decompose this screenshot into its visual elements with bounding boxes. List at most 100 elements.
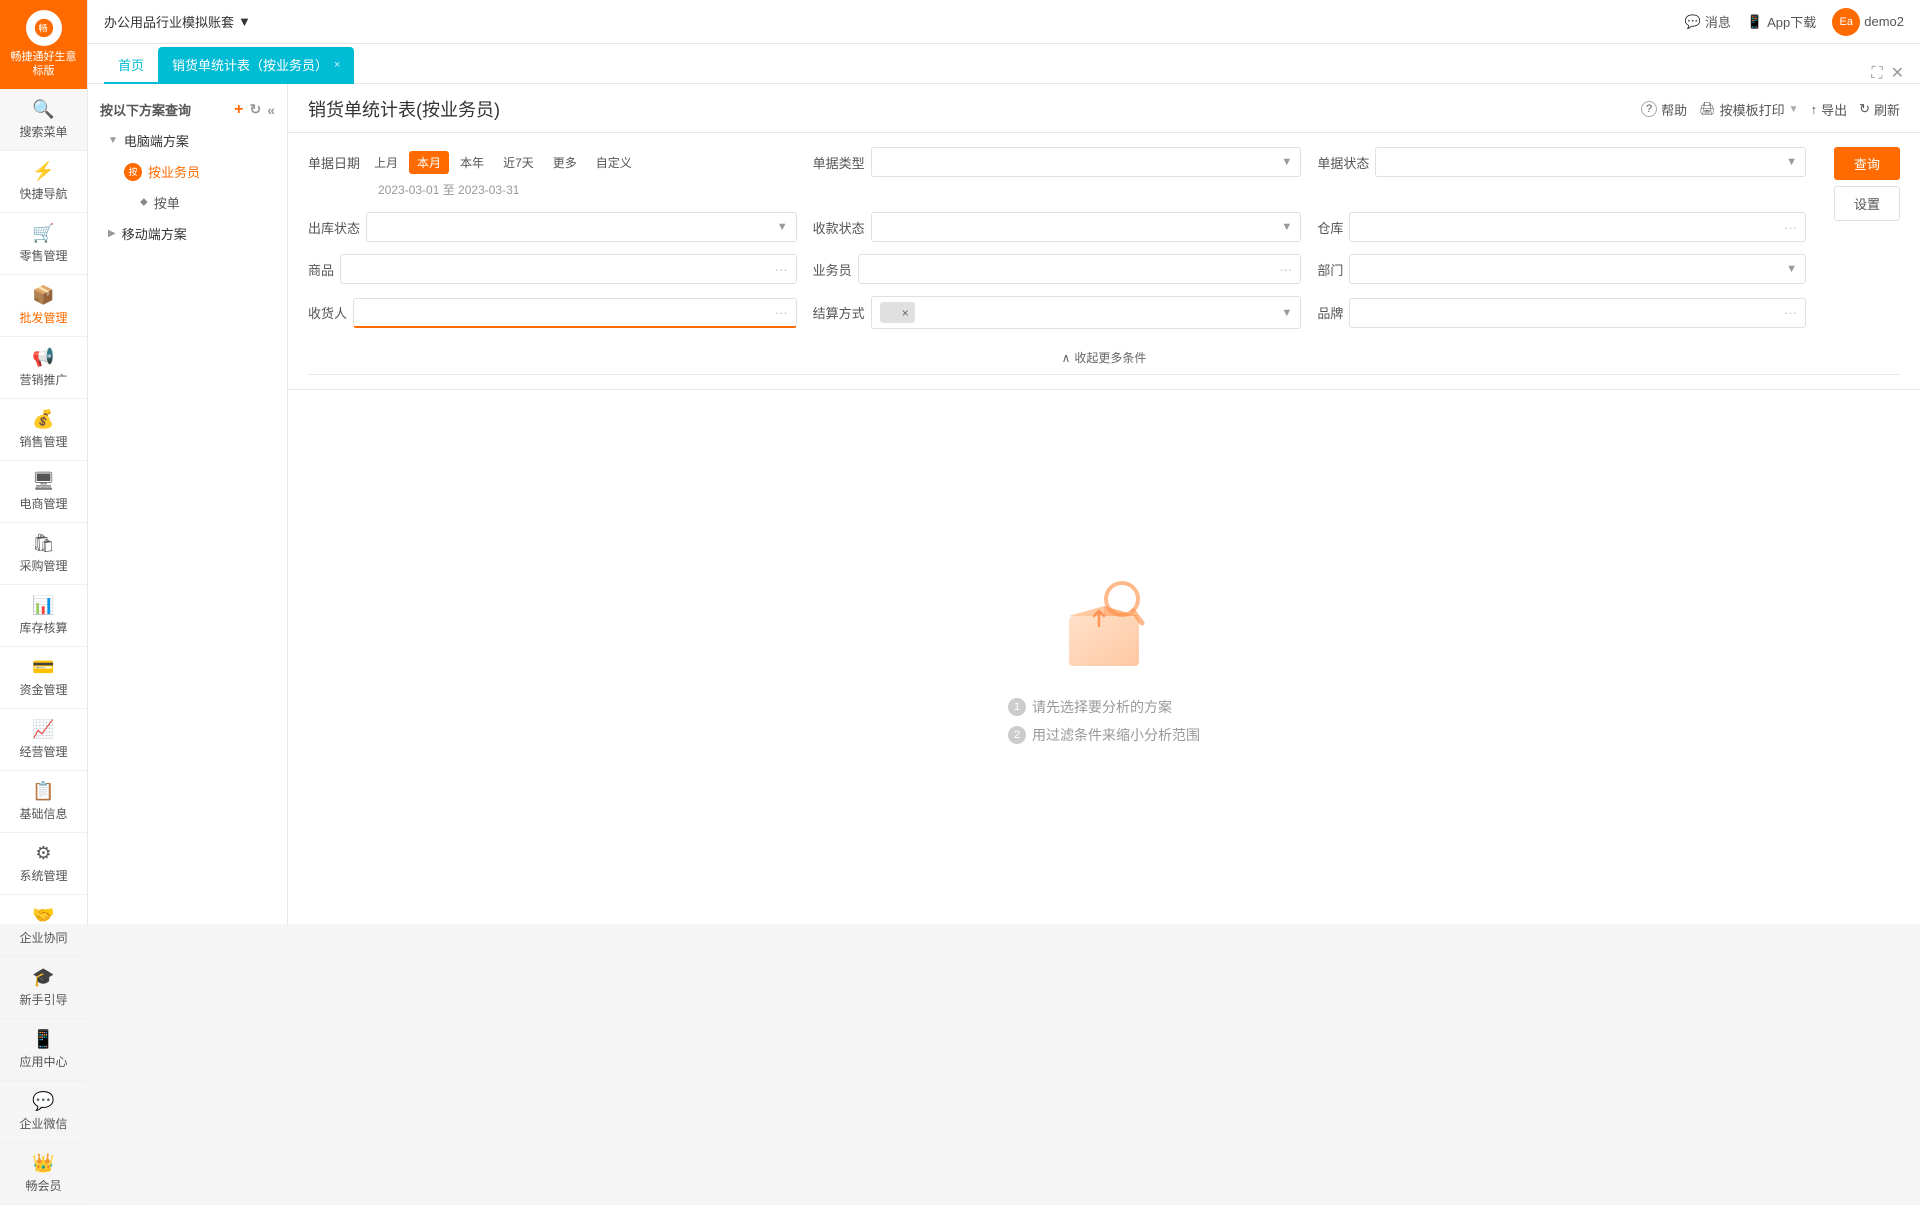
help-icon: ?: [1641, 101, 1657, 117]
sidebar-marketing-label: 营销推广: [19, 371, 67, 388]
sidebar-item-wechat[interactable]: 💬 企业微信: [0, 1081, 87, 1143]
date-label: 单据日期: [308, 153, 360, 172]
sidebar-item-appcenter[interactable]: 📱 应用中心: [0, 1019, 87, 1081]
goods-dots-icon: ···: [775, 262, 788, 277]
message-button[interactable]: 💬 消息: [1685, 12, 1731, 31]
warehouse-input[interactable]: ···: [1349, 212, 1806, 242]
date-tab-more[interactable]: 更多: [545, 151, 585, 174]
system-icon: ⚙: [35, 843, 51, 864]
active-scheme-icon: 按: [124, 163, 142, 181]
print-dropdown-icon: ▼: [1789, 104, 1799, 115]
sidebar-item-newguide[interactable]: 🎓 新手引导: [0, 957, 87, 1019]
sidebar-item-search[interactable]: 🔍 搜索菜单: [0, 89, 87, 151]
empty-state-icon: [1044, 561, 1164, 681]
tree-label-mobile: 移动端方案: [122, 224, 187, 243]
sidebar-wholesale-label: 批发管理: [19, 309, 67, 326]
dept-dropdown[interactable]: ▼: [1349, 254, 1806, 284]
settlement-dropdown[interactable]: × ▼: [871, 296, 1302, 329]
sidebar-item-purchase[interactable]: 🛍 采购管理: [0, 523, 87, 585]
tree-sub-icon: ⬥: [140, 196, 148, 209]
status-label: 单据状态: [1317, 153, 1369, 172]
sidebar-item-inventory[interactable]: 📊 库存核算: [0, 585, 87, 647]
app-download-icon: 📱: [1747, 14, 1763, 30]
empty-step1: 1 请先选择要分析的方案: [1008, 697, 1200, 717]
query-button[interactable]: 查询: [1834, 147, 1900, 180]
sidebar-item-finance[interactable]: 💳 资金管理: [0, 647, 87, 709]
add-scheme-button[interactable]: +: [234, 101, 243, 119]
user-avatar-area[interactable]: Ea demo2: [1832, 8, 1904, 36]
date-tab-7days[interactable]: 近7天: [495, 151, 542, 174]
outbound-dropdown[interactable]: ▼: [366, 212, 797, 242]
sidebar-item-quicknav[interactable]: ⚡ 快捷导航: [0, 151, 87, 213]
salesman-filter-group: 业务员 ···: [813, 254, 1302, 284]
sidebar-item-retail[interactable]: 🛒 零售管理: [0, 213, 87, 275]
right-panel: 销货单统计表(按业务员) ? 帮助 🖨 按模板打印 ▼ ↑ 导出: [288, 84, 1920, 924]
sidebar-item-system[interactable]: ⚙ 系统管理: [0, 833, 87, 895]
tab-close-icon[interactable]: ×: [334, 59, 340, 71]
maximize-icon: ⛶: [1871, 65, 1882, 82]
brand-label: 品牌: [1317, 303, 1343, 322]
goods-input[interactable]: ···: [340, 254, 797, 284]
payment-filter-group: 收款状态 ▼: [813, 212, 1302, 242]
setting-button[interactable]: 设置: [1834, 186, 1900, 221]
sidebar-item-enterprise[interactable]: 🤝 企业协同: [0, 895, 87, 957]
settlement-tag-remove[interactable]: ×: [902, 306, 909, 320]
sidebar-logo[interactable]: 畅 畅捷通好生意 标版: [0, 0, 87, 89]
warehouse-label: 仓库: [1317, 218, 1343, 237]
tab-maximize-button[interactable]: ⛶: [1871, 65, 1882, 83]
collapse-bar[interactable]: ∧ 收起更多条件: [308, 341, 1900, 375]
refresh-scheme-button[interactable]: ↻: [249, 101, 261, 118]
left-panel-title: 按以下方案查询: [100, 100, 191, 119]
sidebar-item-ecommerce[interactable]: 🖥 电商管理: [0, 461, 87, 523]
sidebar-item-sales[interactable]: 💰 销售管理: [0, 399, 87, 461]
tab-home[interactable]: 首页: [104, 47, 158, 84]
close-window-button[interactable]: ✕: [1891, 63, 1904, 83]
tree-arrow-desktop: ▼: [108, 135, 118, 146]
empty-state: 1 请先选择要分析的方案 2 用过滤条件来缩小分析范围: [288, 390, 1920, 924]
tree-child-byywy-label: 按业务员: [148, 162, 200, 181]
tab-home-label: 首页: [118, 55, 144, 74]
ecommerce-icon: 🖥: [32, 471, 55, 492]
tree-item-desktop[interactable]: ▼ 电脑端方案: [88, 125, 287, 156]
tree-sub-bydan[interactable]: ⬥ 按单: [88, 187, 287, 218]
salesman-input[interactable]: ···: [858, 254, 1302, 284]
empty-step2: 2 用过滤条件来缩小分析范围: [1008, 725, 1200, 745]
export-icon: ↑: [1811, 102, 1818, 117]
date-tab-year[interactable]: 本年: [452, 151, 492, 174]
warehouse-filter-group: 仓库 ···: [1317, 212, 1806, 242]
wholesale-icon: 📦: [32, 285, 54, 306]
outbound-chevron-icon: ▼: [777, 221, 788, 233]
status-chevron-icon: ▼: [1786, 156, 1797, 168]
tree-child-byywy[interactable]: 按 按业务员: [88, 156, 287, 187]
sidebar-item-wholesale[interactable]: 📦 批发管理: [0, 275, 87, 337]
receiver-input[interactable]: ···: [353, 298, 797, 328]
tree-item-mobile[interactable]: ▶ 移动端方案: [88, 218, 287, 249]
help-button[interactable]: ? 帮助: [1641, 100, 1687, 119]
type-dropdown[interactable]: ▼: [871, 147, 1302, 177]
tab-current[interactable]: 销货单统计表（按业务员） ×: [158, 47, 354, 84]
sidebar-item-marketing[interactable]: 📢 营销推广: [0, 337, 87, 399]
finance-icon: 💳: [32, 657, 54, 678]
print-button[interactable]: 🖨 按模板打印 ▼: [1699, 100, 1798, 119]
date-tab-custom[interactable]: 自定义: [588, 151, 640, 174]
date-tab-current-month[interactable]: 本月: [409, 151, 449, 174]
topbar-title-dropdown[interactable]: 办公用品行业模拟账套 ▼: [104, 12, 251, 31]
sidebar-item-basic[interactable]: 📋 基础信息: [0, 771, 87, 833]
app-download-button[interactable]: 📱 App下载: [1747, 12, 1816, 31]
page-actions: ? 帮助 🖨 按模板打印 ▼ ↑ 导出 ↻ 刷新: [1641, 100, 1900, 119]
appcenter-icon: 📱: [32, 1029, 54, 1050]
refresh-button[interactable]: ↻ 刷新: [1859, 100, 1900, 119]
purchase-icon: 🛍: [32, 533, 55, 554]
date-tab-last-month[interactable]: 上月: [366, 151, 406, 174]
export-button[interactable]: ↑ 导出: [1811, 100, 1848, 119]
collapse-panel-button[interactable]: «: [267, 102, 275, 118]
page-title: 销货单统计表(按业务员): [308, 96, 500, 122]
status-dropdown[interactable]: ▼: [1375, 147, 1806, 177]
settlement-chevron-icon: ▼: [1281, 307, 1292, 319]
sidebar-item-member[interactable]: 👑 畅会员: [0, 1143, 87, 1205]
date-range-display: 2023-03-01 至 2023-03-31: [378, 181, 1806, 198]
payment-dropdown[interactable]: ▼: [871, 212, 1302, 242]
brand-input[interactable]: ···: [1349, 298, 1806, 328]
sidebar-item-operation[interactable]: 📈 经营管理: [0, 709, 87, 771]
sidebar-purchase-label: 采购管理: [19, 557, 67, 574]
